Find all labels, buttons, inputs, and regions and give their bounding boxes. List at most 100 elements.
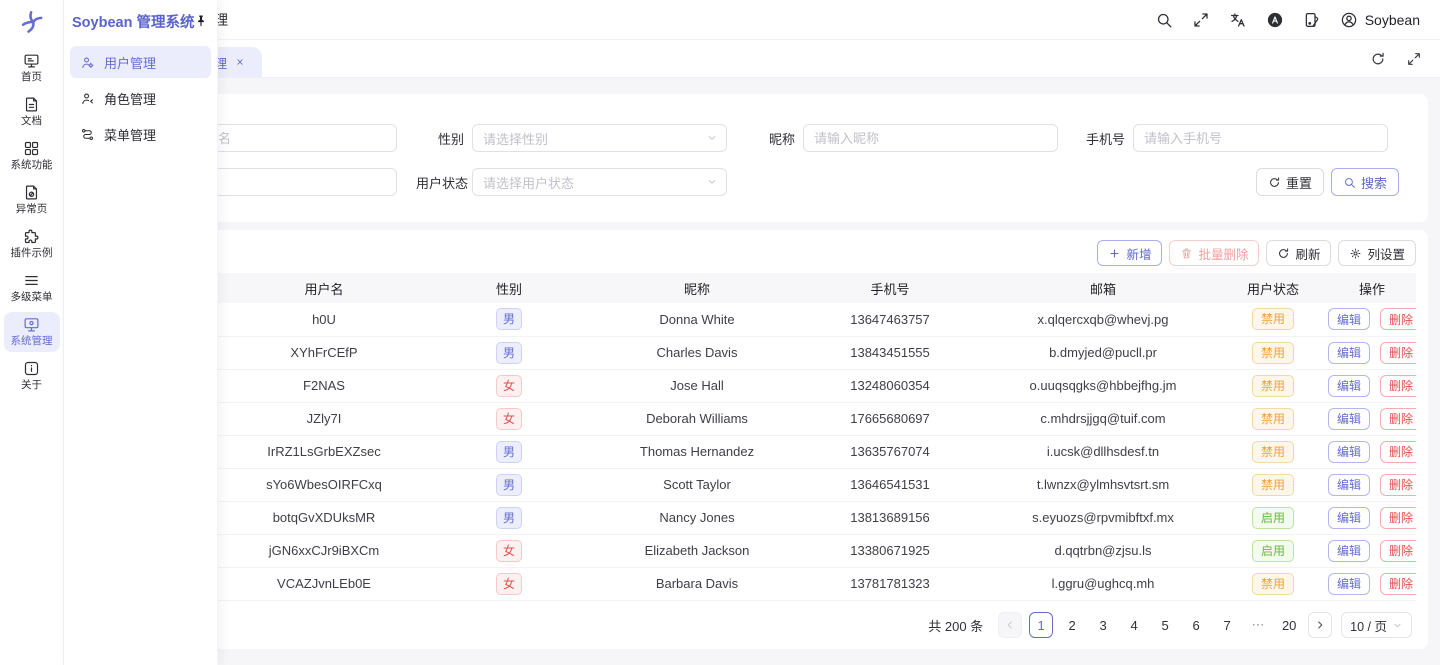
pagination: 共 200 条1234567⋯2010 / 页 bbox=[928, 612, 1412, 638]
gender-tag: 女 bbox=[496, 573, 522, 595]
delete-button[interactable]: 删除 bbox=[1380, 540, 1416, 562]
edit-button[interactable]: 编辑 bbox=[1328, 507, 1370, 529]
edit-button[interactable]: 编辑 bbox=[1328, 441, 1370, 463]
sidebar-item-system-manage[interactable]: 系统管理 bbox=[4, 312, 60, 352]
prev-page-button[interactable] bbox=[998, 612, 1022, 638]
edit-button[interactable]: 编辑 bbox=[1328, 342, 1370, 364]
delete-button[interactable]: 删除 bbox=[1380, 308, 1416, 330]
table-row: XYhFrCEfP男Charles Davis13843451555b.dmyj… bbox=[96, 336, 1416, 369]
delete-button[interactable]: 删除 bbox=[1380, 342, 1416, 364]
user-table: 用户名性别昵称手机号邮箱用户状态操作 h0U男Donna White136474… bbox=[96, 273, 1416, 601]
nickname-input[interactable] bbox=[804, 125, 1057, 151]
nickname-input[interactable] bbox=[803, 124, 1058, 152]
content-fullscreen-icon[interactable] bbox=[1406, 51, 1422, 67]
info-icon bbox=[23, 360, 40, 377]
user-status-label: 用户状态 bbox=[416, 173, 472, 192]
column-settings-button[interactable]: 列设置 bbox=[1338, 240, 1416, 266]
add-button[interactable]: 新增 bbox=[1097, 240, 1162, 266]
delete-button[interactable]: 删除 bbox=[1380, 573, 1416, 595]
sidebar-item-plugin-demo[interactable]: 插件示例 bbox=[4, 224, 60, 264]
edit-button[interactable]: 编辑 bbox=[1328, 474, 1370, 496]
refresh-icon[interactable] bbox=[1370, 51, 1386, 67]
sidebar-item-system-function[interactable]: 系统功能 bbox=[4, 136, 60, 176]
cell-phone: 13248060354 bbox=[850, 378, 930, 393]
drawer-item-user-manage[interactable]: 用户管理 bbox=[70, 46, 211, 78]
close-icon[interactable] bbox=[235, 57, 245, 67]
phone-label: 手机号 bbox=[1077, 129, 1133, 148]
sidebar-item-label: 系统管理 bbox=[11, 336, 53, 347]
translate-icon[interactable] bbox=[1229, 11, 1247, 29]
child-menu-drawer: Soybean 管理系统 用户管理角色管理菜单管理 bbox=[64, 0, 218, 665]
user-menu[interactable]: Soybean bbox=[1340, 11, 1420, 29]
drawer-item-menu-manage[interactable]: 菜单管理 bbox=[70, 118, 211, 150]
page-button-5[interactable]: 5 bbox=[1153, 612, 1177, 638]
page-size-select[interactable]: 10 / 页 bbox=[1341, 612, 1412, 638]
theme-auto-icon[interactable] bbox=[1266, 11, 1284, 29]
search-button[interactable]: 搜索 bbox=[1331, 168, 1399, 196]
cell-username: sYo6WbesOIRFCxq bbox=[266, 477, 382, 492]
batch-delete-button[interactable]: 批量删除 bbox=[1169, 240, 1259, 266]
status-badge: 禁用 bbox=[1252, 375, 1294, 397]
fullscreen-icon[interactable] bbox=[1192, 11, 1210, 29]
edit-button[interactable]: 编辑 bbox=[1328, 540, 1370, 562]
cell-nickname: Thomas Hernandez bbox=[640, 444, 754, 459]
table-row: IrRZ1LsGrbEXZsec男Thomas Hernandez1363576… bbox=[96, 435, 1416, 468]
page-size-label: 10 / 页 bbox=[1350, 616, 1387, 635]
page-button-4[interactable]: 4 bbox=[1122, 612, 1146, 638]
sidebar-item-about[interactable]: 关于 bbox=[4, 356, 60, 396]
sidebar-item-label: 多级菜单 bbox=[11, 292, 53, 303]
user-gear-icon bbox=[80, 55, 95, 70]
gear-icon bbox=[1349, 247, 1362, 260]
delete-button[interactable]: 删除 bbox=[1380, 441, 1416, 463]
page-button-2[interactable]: 2 bbox=[1060, 612, 1084, 638]
sidebar-item-docs[interactable]: 文档 bbox=[4, 92, 60, 132]
drawer-item-role-manage[interactable]: 角色管理 bbox=[70, 82, 211, 114]
sidebar-item-exception[interactable]: 异常页 bbox=[4, 180, 60, 220]
page-button-1[interactable]: 1 bbox=[1029, 612, 1053, 638]
refresh-table-button[interactable]: 刷新 bbox=[1266, 240, 1331, 266]
drawer-item-label: 角色管理 bbox=[104, 89, 156, 108]
table-row: jGN6xxCJr9iBXCm女Elizabeth Jackson1338067… bbox=[96, 534, 1416, 567]
page-button-3[interactable]: 3 bbox=[1091, 612, 1115, 638]
sidebar-item-home[interactable]: 首页 bbox=[4, 48, 60, 88]
search-icon[interactable] bbox=[1155, 11, 1173, 29]
gender-tag: 女 bbox=[496, 408, 522, 430]
column-header: 邮箱 bbox=[988, 273, 1218, 303]
delete-button[interactable]: 删除 bbox=[1380, 408, 1416, 430]
sidebar-item-multi-menu[interactable]: 多级菜单 bbox=[4, 268, 60, 308]
phone-input[interactable] bbox=[1134, 125, 1387, 151]
delete-button[interactable]: 删除 bbox=[1380, 474, 1416, 496]
column-header: 性别 bbox=[416, 273, 602, 303]
app-logo[interactable] bbox=[0, 0, 64, 44]
delete-button[interactable]: 删除 bbox=[1380, 375, 1416, 397]
phone-input[interactable] bbox=[1133, 124, 1388, 152]
reset-button[interactable]: 重置 bbox=[1256, 168, 1324, 196]
table-row: JZly7I女Deborah Williams17665680697c.mhdr… bbox=[96, 402, 1416, 435]
user-table-card: 新增 批量删除 刷新 列设置 用户名性别昵称手机号邮箱用户状态操作 h0U男Do… bbox=[80, 230, 1428, 649]
edit-button[interactable]: 编辑 bbox=[1328, 308, 1370, 330]
edit-button[interactable]: 编辑 bbox=[1328, 573, 1370, 595]
page-button-6[interactable]: 6 bbox=[1184, 612, 1208, 638]
cell-nickname: Deborah Williams bbox=[646, 411, 748, 426]
next-page-button[interactable] bbox=[1308, 612, 1332, 638]
plus-icon bbox=[1108, 247, 1121, 260]
column-header: 昵称 bbox=[602, 273, 792, 303]
page-button-7[interactable]: 7 bbox=[1215, 612, 1239, 638]
column-header: 用户名 bbox=[232, 273, 416, 303]
edit-button[interactable]: 编辑 bbox=[1328, 375, 1370, 397]
table-row: VCAZJvnLEb0E女Barbara Davis13781781323l.g… bbox=[96, 567, 1416, 600]
drawer-header: Soybean 管理系统 bbox=[64, 0, 217, 42]
cell-email: l.ggru@ughcq.mh bbox=[1052, 576, 1155, 591]
menu-lines-icon bbox=[23, 272, 40, 289]
logo-icon bbox=[19, 9, 45, 35]
delete-button[interactable]: 删除 bbox=[1380, 507, 1416, 529]
edit-button[interactable]: 编辑 bbox=[1328, 408, 1370, 430]
sidebar-item-label: 异常页 bbox=[16, 204, 48, 215]
sidebar-item-label: 关于 bbox=[21, 380, 42, 391]
theme-palette-icon[interactable] bbox=[1303, 11, 1321, 29]
user-status-select[interactable]: 请选择用户状态 bbox=[472, 168, 727, 196]
pin-icon[interactable] bbox=[194, 14, 208, 28]
monitor-gear-icon bbox=[23, 316, 40, 333]
page-button-20[interactable]: 20 bbox=[1277, 612, 1301, 638]
gender-select[interactable]: 请选择性别 bbox=[472, 124, 727, 152]
